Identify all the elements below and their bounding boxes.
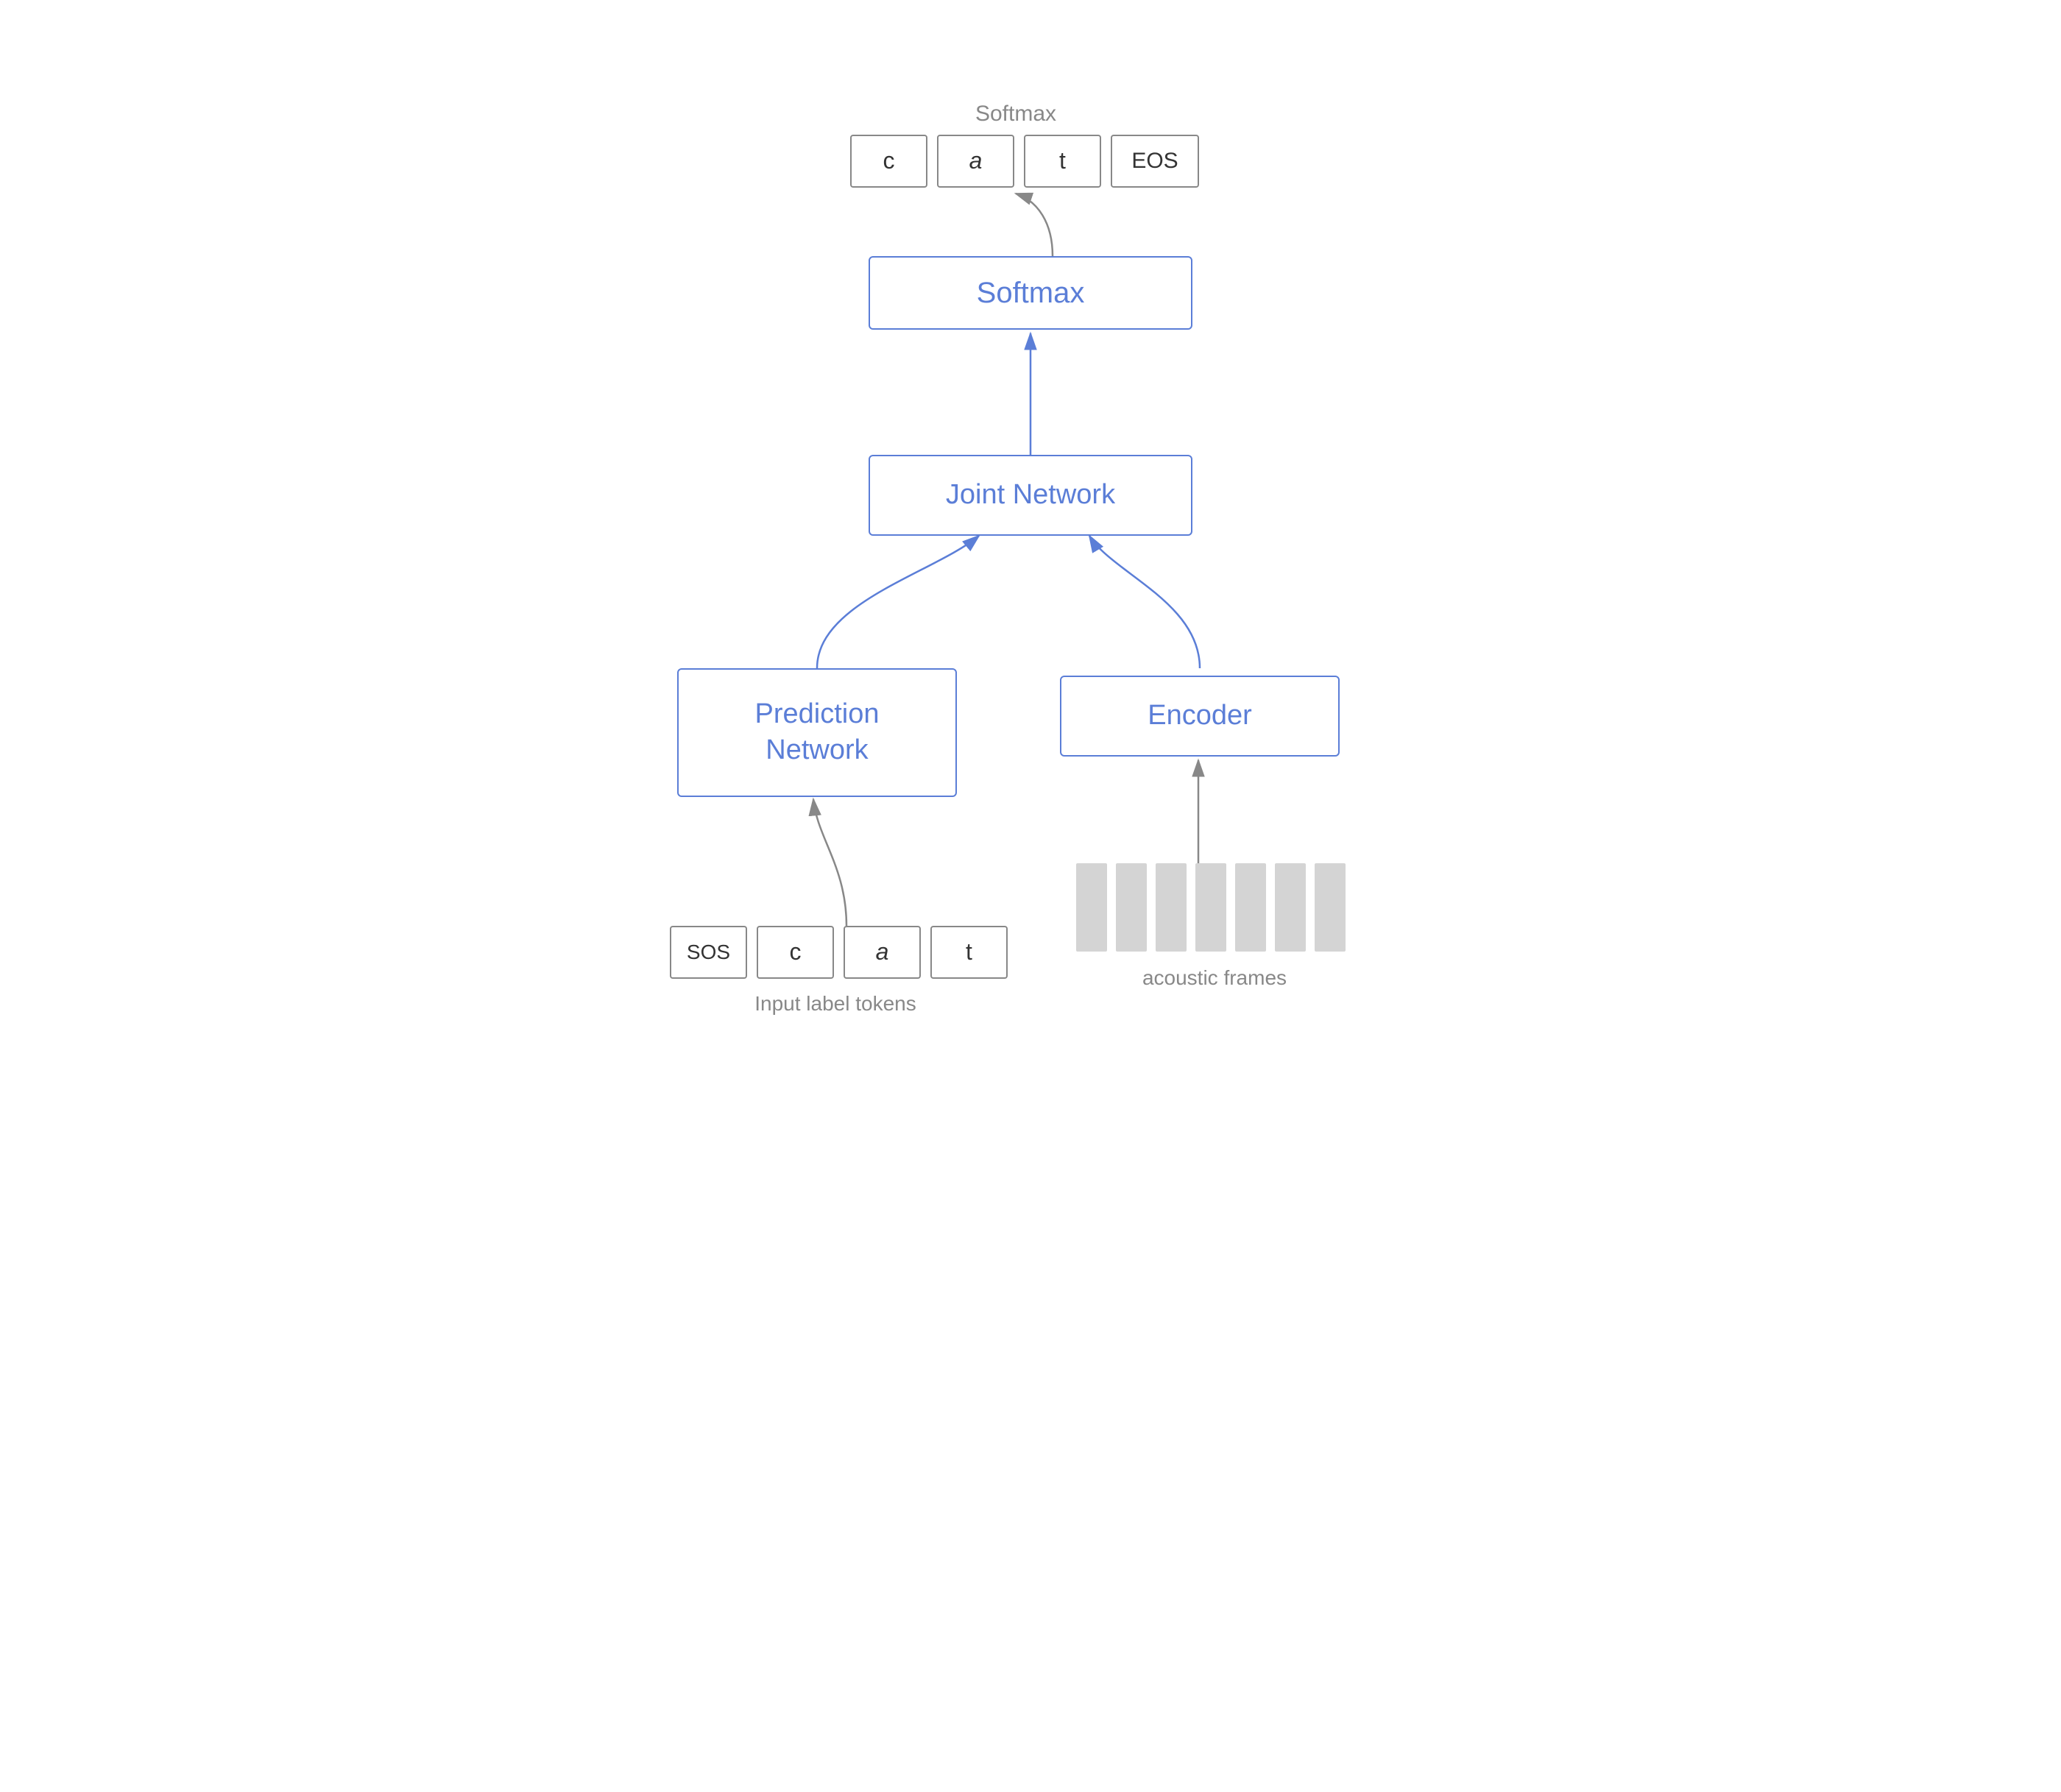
- arrows-svg: [626, 87, 1435, 1706]
- softmax-box: Softmax: [869, 256, 1192, 330]
- output-label-text: Softmax: [795, 102, 1237, 127]
- encoder-label: Encoder: [1148, 699, 1252, 733]
- softmax-label: Softmax: [977, 275, 1085, 311]
- input-label-text: Input label tokens: [696, 992, 975, 1016]
- acoustic-bar-7: [1315, 863, 1346, 952]
- diagram-container: Softmax c a t EOS Softmax Joint Network …: [626, 87, 1435, 1706]
- input-token-a: a: [844, 926, 921, 979]
- acoustic-bar-4: [1195, 863, 1226, 952]
- acoustic-bar-1: [1076, 863, 1107, 952]
- acoustic-bar-2: [1116, 863, 1147, 952]
- output-token-eos: EOS: [1111, 135, 1199, 188]
- encoder-box: Encoder: [1060, 676, 1340, 757]
- joint-network-label: Joint Network: [946, 478, 1115, 512]
- acoustic-bar-5: [1235, 863, 1266, 952]
- joint-network-box: Joint Network: [869, 455, 1192, 536]
- output-token-a: a: [937, 135, 1014, 188]
- input-token-sos: SOS: [670, 926, 747, 979]
- acoustic-bar-3: [1156, 863, 1187, 952]
- output-token-t: t: [1024, 135, 1101, 188]
- input-token-c: c: [757, 926, 834, 979]
- input-token-t: t: [930, 926, 1008, 979]
- acoustic-bar-6: [1275, 863, 1306, 952]
- prediction-network-box: PredictionNetwork: [677, 668, 957, 797]
- output-token-c: c: [850, 135, 927, 188]
- prediction-network-label: PredictionNetwork: [755, 696, 880, 769]
- acoustic-frames-label: acoustic frames: [1075, 966, 1354, 990]
